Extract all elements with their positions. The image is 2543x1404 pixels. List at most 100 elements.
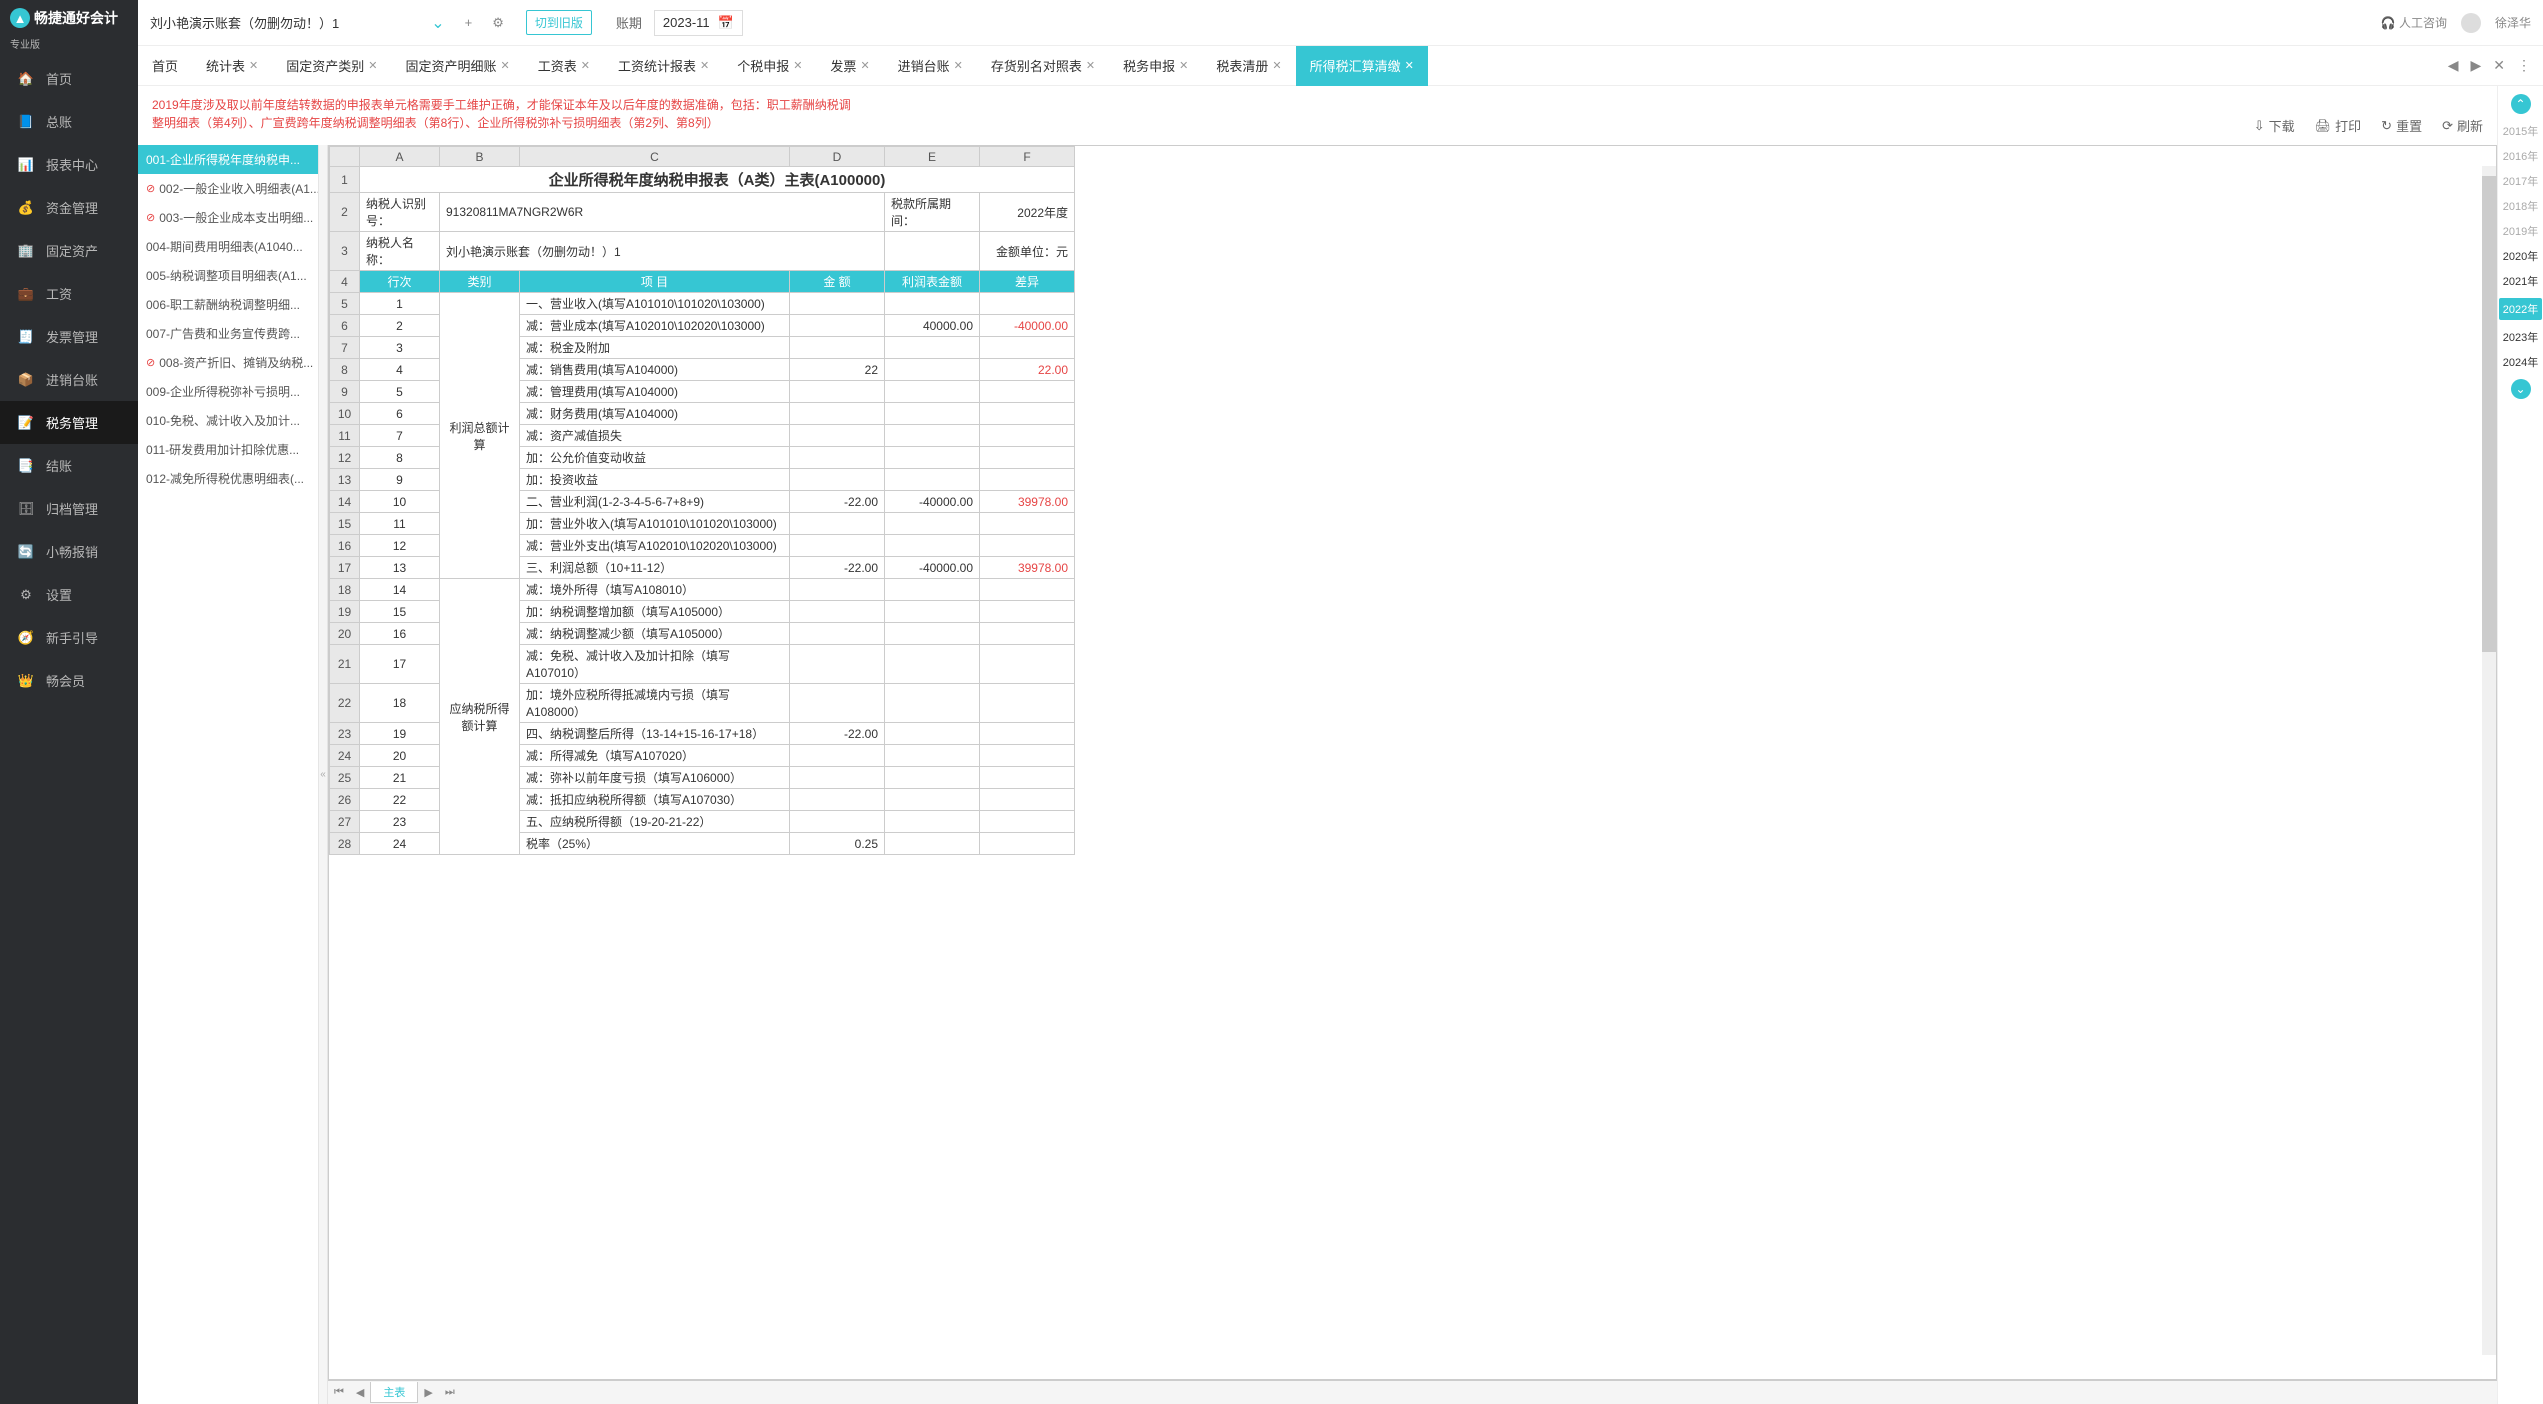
nav-item[interactable]: ⚙设置	[0, 573, 138, 616]
tab[interactable]: 固定资产类别✕	[272, 46, 391, 86]
row-header[interactable]: 16	[330, 535, 360, 557]
cell[interactable]	[885, 425, 980, 447]
nav-item[interactable]: 🧾发票管理	[0, 315, 138, 358]
cell[interactable]	[980, 645, 1075, 684]
report-item[interactable]: 012-减免所得税优惠明细表(...	[138, 464, 318, 493]
tab-close-icon[interactable]: ✕	[1179, 59, 1188, 72]
cell[interactable]: 9	[360, 469, 440, 491]
row-header[interactable]: 13	[330, 469, 360, 491]
cell[interactable]: 14	[360, 579, 440, 601]
cell[interactable]: 24	[360, 833, 440, 855]
sheet-next-icon[interactable]: ▶	[418, 1386, 438, 1399]
cell[interactable]: 加：营业外收入(填写A101010\101020\103000)	[520, 513, 790, 535]
cell[interactable]	[790, 623, 885, 645]
tab[interactable]: 存货别名对照表✕	[977, 46, 1109, 86]
year-down-icon[interactable]: ⌄	[2511, 379, 2531, 399]
sheet-tab[interactable]: 主表	[370, 1382, 418, 1403]
cell[interactable]: 减：财务费用(填写A104000)	[520, 403, 790, 425]
row-header[interactable]: 8	[330, 359, 360, 381]
nav-item[interactable]: 📊报表中心	[0, 143, 138, 186]
cell[interactable]: 6	[360, 403, 440, 425]
vertical-scrollbar[interactable]	[2482, 166, 2496, 1355]
cell[interactable]	[885, 579, 980, 601]
tab-close-icon[interactable]: ✕	[581, 59, 590, 72]
cell[interactable]: 减：营业成本(填写A102010\102020\103000)	[520, 315, 790, 337]
year-item[interactable]: 2015年	[2503, 123, 2538, 139]
row-header[interactable]: 22	[330, 684, 360, 723]
row-header[interactable]: 19	[330, 601, 360, 623]
row-header[interactable]: 11	[330, 425, 360, 447]
cell[interactable]: 加：境外应税所得抵减境内亏损（填写A108000）	[520, 684, 790, 723]
refresh-button[interactable]: ⟳ 刷新	[2442, 116, 2483, 135]
tab[interactable]: 工资统计报表✕	[604, 46, 723, 86]
tab-prev-icon[interactable]: ◀	[2448, 57, 2459, 74]
cell[interactable]: -40000.00	[980, 315, 1075, 337]
cell[interactable]: 加：纳税调整增加额（填写A105000）	[520, 601, 790, 623]
row-header[interactable]: 5	[330, 293, 360, 315]
cell[interactable]	[980, 601, 1075, 623]
cell[interactable]: 三、利润总额（10+11-12）	[520, 557, 790, 579]
cell[interactable]: 二、营业利润(1-2-3-4-5-6-7+8+9)	[520, 491, 790, 513]
period-input[interactable]: 2023-11 📅	[654, 10, 743, 36]
cell[interactable]: -22.00	[790, 491, 885, 513]
account-settings-icon[interactable]: ⚙	[492, 15, 504, 31]
user-name[interactable]: 徐泽华	[2495, 14, 2531, 31]
cell[interactable]	[980, 789, 1075, 811]
cell[interactable]: -22.00	[790, 557, 885, 579]
col-header[interactable]: B	[440, 147, 520, 167]
row-header[interactable]: 12	[330, 447, 360, 469]
cell[interactable]	[980, 579, 1075, 601]
cell[interactable]	[980, 833, 1075, 855]
cell[interactable]	[790, 745, 885, 767]
tab-menu-icon[interactable]: ⋮	[2517, 57, 2531, 74]
cell[interactable]: 减：税金及附加	[520, 337, 790, 359]
cell[interactable]: 减：纳税调整减少额（填写A105000）	[520, 623, 790, 645]
nav-item[interactable]: 📝税务管理	[0, 401, 138, 444]
row-header[interactable]: 27	[330, 811, 360, 833]
cell[interactable]: 7	[360, 425, 440, 447]
tab[interactable]: 所得税汇算清缴✕	[1296, 46, 1428, 86]
cell[interactable]: 四、纳税调整后所得（13-14+15-16-17+18）	[520, 723, 790, 745]
report-item[interactable]: 011-研发费用加计扣除优惠...	[138, 435, 318, 464]
cell[interactable]: 3	[360, 337, 440, 359]
cell[interactable]	[885, 789, 980, 811]
cell[interactable]: 22.00	[980, 359, 1075, 381]
consult-button[interactable]: 🎧 人工咨询	[2381, 14, 2447, 31]
row-header[interactable]: 28	[330, 833, 360, 855]
cell[interactable]	[885, 447, 980, 469]
nav-item[interactable]: 🏠首页	[0, 57, 138, 100]
cell[interactable]	[790, 293, 885, 315]
tab[interactable]: 进销台账✕	[884, 46, 977, 86]
cell[interactable]: 23	[360, 811, 440, 833]
tab-close-icon[interactable]: ✕	[700, 59, 709, 72]
cell[interactable]	[980, 403, 1075, 425]
nav-item[interactable]: 🏢固定资产	[0, 229, 138, 272]
cell[interactable]: 12	[360, 535, 440, 557]
cell[interactable]: 20	[360, 745, 440, 767]
report-item[interactable]: ⊘003-一般企业成本支出明细...	[138, 203, 318, 232]
cell[interactable]	[885, 723, 980, 745]
cell[interactable]: 40000.00	[885, 315, 980, 337]
cell[interactable]: 11	[360, 513, 440, 535]
cell[interactable]	[885, 513, 980, 535]
cell[interactable]: -40000.00	[885, 557, 980, 579]
report-item[interactable]: 005-纳税调整项目明细表(A1...	[138, 261, 318, 290]
cell[interactable]: 减：弥补以前年度亏损（填写A106000）	[520, 767, 790, 789]
cell[interactable]: 0.25	[790, 833, 885, 855]
tab[interactable]: 税务申报✕	[1109, 46, 1202, 86]
cell[interactable]: 19	[360, 723, 440, 745]
tab[interactable]: 统计表✕	[192, 46, 272, 86]
col-header[interactable]: F	[980, 147, 1075, 167]
cell[interactable]	[885, 601, 980, 623]
cell[interactable]	[790, 315, 885, 337]
row-header[interactable]: 26	[330, 789, 360, 811]
cell[interactable]	[790, 513, 885, 535]
user-avatar-icon[interactable]	[2461, 13, 2481, 33]
cell[interactable]	[790, 811, 885, 833]
row-header[interactable]: 9	[330, 381, 360, 403]
tab[interactable]: 发票✕	[816, 46, 883, 86]
cell[interactable]	[790, 789, 885, 811]
cell[interactable]: 22	[360, 789, 440, 811]
row-header[interactable]: 24	[330, 745, 360, 767]
report-item[interactable]: 001-企业所得税年度纳税申...	[138, 145, 318, 174]
